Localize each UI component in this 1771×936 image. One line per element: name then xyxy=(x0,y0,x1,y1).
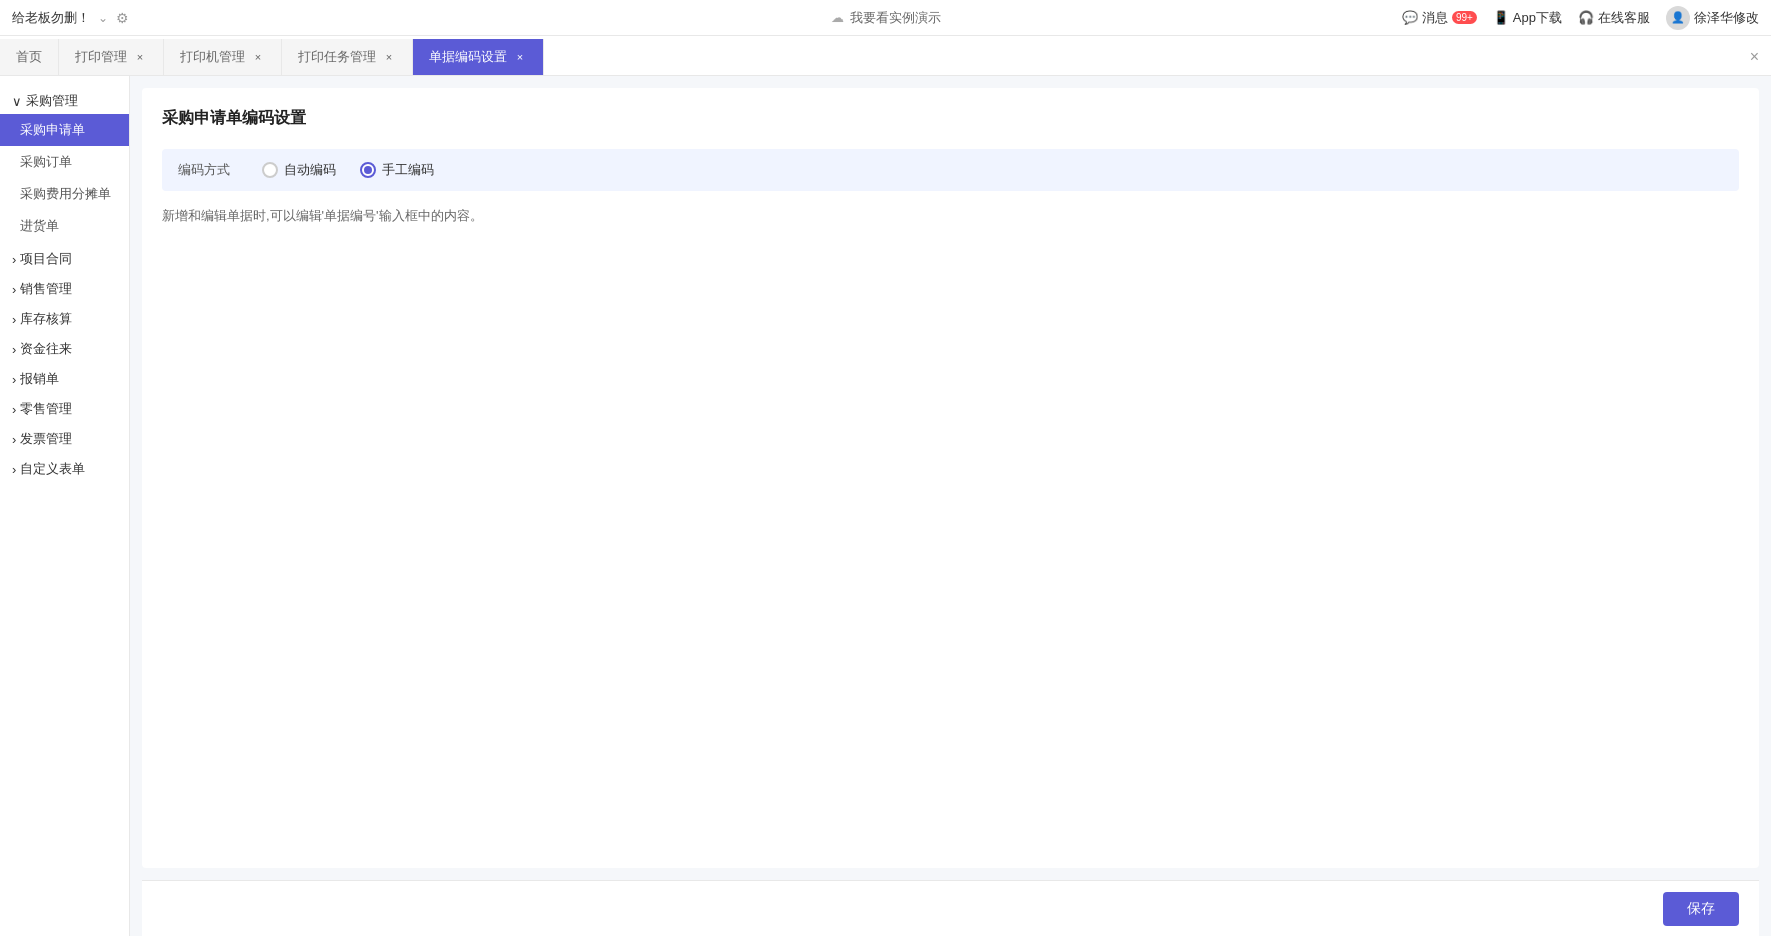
chevron-right-icon-expense: › xyxy=(12,372,16,387)
sidebar-group-purchase-label: 采购管理 xyxy=(26,92,78,110)
tab-document-encoding-settings-close-icon[interactable]: × xyxy=(513,50,527,64)
headset-icon: 🎧 xyxy=(1578,10,1594,25)
sidebar-item-purchase-order-label: 采购订单 xyxy=(20,154,72,169)
chevron-down-icon-purchase: ∨ xyxy=(12,94,22,109)
cloud-icon: ☁ xyxy=(831,10,844,25)
sidebar-group-retail-label: 零售管理 xyxy=(20,400,72,418)
sidebar-group-invoice-management[interactable]: › 发票管理 xyxy=(0,422,129,452)
chevron-right-icon-fund: › xyxy=(12,342,16,357)
sidebar-group-fund-transactions[interactable]: › 资金往来 xyxy=(0,332,129,362)
user-name-label: 徐泽华修改 xyxy=(1694,9,1759,27)
app-download-button[interactable]: 📱 App下载 xyxy=(1493,9,1562,27)
sidebar-group-project-contract[interactable]: › 项目合同 xyxy=(0,242,129,272)
radio-auto-circle xyxy=(262,162,278,178)
sidebar-group-project-label: 项目合同 xyxy=(20,250,72,268)
sidebar-item-goods-receipt[interactable]: 进货单 xyxy=(0,210,129,242)
online-service-label: 在线客服 xyxy=(1598,9,1650,27)
sidebar-group-expense-label: 报销单 xyxy=(20,370,59,388)
content-area: 采购申请单编码设置 编码方式 自动编码 手工编码 新增和编辑单据时,可以编辑'单… xyxy=(130,76,1771,936)
sidebar-group-expense-reimbursement[interactable]: › 报销单 xyxy=(0,362,129,392)
radio-manual-encoding[interactable]: 手工编码 xyxy=(360,161,434,179)
description-text: 新增和编辑单据时,可以编辑'单据编号'输入框中的内容。 xyxy=(162,207,1739,225)
sidebar-group-retail-management[interactable]: › 零售管理 xyxy=(0,392,129,422)
gear-icon[interactable]: ⚙ xyxy=(116,10,129,26)
tab-bar: 首页 打印管理 × 打印机管理 × 打印任务管理 × 单据编码设置 × × xyxy=(0,36,1771,76)
page-title: 采购申请单编码设置 xyxy=(162,108,1739,129)
radio-auto-label: 自动编码 xyxy=(284,161,336,179)
message-icon: 💬 xyxy=(1402,10,1418,25)
tab-printer-management[interactable]: 打印机管理 × xyxy=(164,39,282,75)
sidebar-group-inventory-accounting[interactable]: › 库存核算 xyxy=(0,302,129,332)
chevron-right-icon-invoice: › xyxy=(12,432,16,447)
demo-link-text[interactable]: 我要看实例演示 xyxy=(850,9,941,27)
sidebar-item-purchase-order[interactable]: 采购订单 xyxy=(0,146,129,178)
main-layout: ∨ 采购管理 采购申请单 采购订单 采购费用分摊单 进货单 › 项目合同 › 销… xyxy=(0,76,1771,936)
sidebar-group-fund-label: 资金往来 xyxy=(20,340,72,358)
phone-icon: 📱 xyxy=(1493,10,1509,25)
sidebar-group-sales-management[interactable]: › 销售管理 xyxy=(0,272,129,302)
tab-print-task-management[interactable]: 打印任务管理 × xyxy=(282,39,413,75)
sidebar: ∨ 采购管理 采购申请单 采购订单 采购费用分摊单 进货单 › 项目合同 › 销… xyxy=(0,76,130,936)
online-service-button[interactable]: 🎧 在线客服 xyxy=(1578,9,1650,27)
radio-manual-label: 手工编码 xyxy=(382,161,434,179)
content-main: 采购申请单编码设置 编码方式 自动编码 手工编码 新增和编辑单据时,可以编辑'单… xyxy=(142,88,1759,868)
tab-print-management-close-icon[interactable]: × xyxy=(133,50,147,64)
save-button[interactable]: 保存 xyxy=(1663,892,1739,926)
top-bar-brand-text: 给老板勿删！ xyxy=(12,9,90,27)
top-bar-right: 💬 消息 99+ 📱 App下载 🎧 在线客服 👤 徐泽华修改 xyxy=(1402,6,1759,30)
radio-auto-encoding[interactable]: 自动编码 xyxy=(262,161,336,179)
encoding-label: 编码方式 xyxy=(178,161,230,179)
tab-print-management-label: 打印管理 xyxy=(75,48,127,66)
chevron-down-icon[interactable]: ⌄ xyxy=(98,11,108,25)
encoding-row: 编码方式 自动编码 手工编码 xyxy=(162,149,1739,191)
chevron-right-icon-custom: › xyxy=(12,462,16,477)
message-button[interactable]: 💬 消息 99+ xyxy=(1402,9,1477,27)
sidebar-item-purchase-expense-split[interactable]: 采购费用分摊单 xyxy=(0,178,129,210)
top-bar: 给老板勿删！ ⌄ ⚙ ☁ 我要看实例演示 💬 消息 99+ 📱 App下载 🎧 … xyxy=(0,0,1771,36)
tab-print-task-management-label: 打印任务管理 xyxy=(298,48,376,66)
sidebar-item-purchase-requisition-label: 采购申请单 xyxy=(20,122,85,137)
radio-manual-circle xyxy=(360,162,376,178)
app-download-label: App下载 xyxy=(1513,9,1562,27)
sidebar-group-purchase-management[interactable]: ∨ 采购管理 xyxy=(0,84,129,114)
tab-print-management[interactable]: 打印管理 × xyxy=(59,39,164,75)
tab-document-encoding-settings-label: 单据编码设置 xyxy=(429,48,507,66)
avatar: 👤 xyxy=(1666,6,1690,30)
tab-printer-management-label: 打印机管理 xyxy=(180,48,245,66)
sidebar-group-sales-label: 销售管理 xyxy=(20,280,72,298)
tab-printer-management-close-icon[interactable]: × xyxy=(251,50,265,64)
tab-home[interactable]: 首页 xyxy=(0,39,59,75)
message-label: 消息 xyxy=(1422,9,1448,27)
sidebar-group-custom-form[interactable]: › 自定义表单 xyxy=(0,452,129,482)
tab-document-encoding-settings[interactable]: 单据编码设置 × xyxy=(413,39,544,75)
chevron-right-icon-sales: › xyxy=(12,282,16,297)
sidebar-group-custom-label: 自定义表单 xyxy=(20,460,85,478)
chevron-right-icon-inventory: › xyxy=(12,312,16,327)
bottom-bar: 保存 xyxy=(142,880,1759,936)
sidebar-group-invoice-label: 发票管理 xyxy=(20,430,72,448)
top-bar-left: 给老板勿删！ ⌄ ⚙ xyxy=(12,9,129,27)
chevron-right-icon-retail: › xyxy=(12,402,16,417)
sidebar-item-purchase-expense-split-label: 采购费用分摊单 xyxy=(20,186,111,201)
sidebar-group-inventory-label: 库存核算 xyxy=(20,310,72,328)
user-profile-button[interactable]: 👤 徐泽华修改 xyxy=(1666,6,1759,30)
tab-print-task-management-close-icon[interactable]: × xyxy=(382,50,396,64)
sidebar-item-purchase-requisition[interactable]: 采购申请单 xyxy=(0,114,129,146)
tab-home-label: 首页 xyxy=(16,48,42,66)
message-badge: 99+ xyxy=(1452,11,1477,24)
top-bar-center: ☁ 我要看实例演示 xyxy=(831,9,941,27)
chevron-right-icon-project: › xyxy=(12,252,16,267)
sidebar-item-goods-receipt-label: 进货单 xyxy=(20,218,59,233)
tab-bar-close-button[interactable]: × xyxy=(1738,39,1771,75)
